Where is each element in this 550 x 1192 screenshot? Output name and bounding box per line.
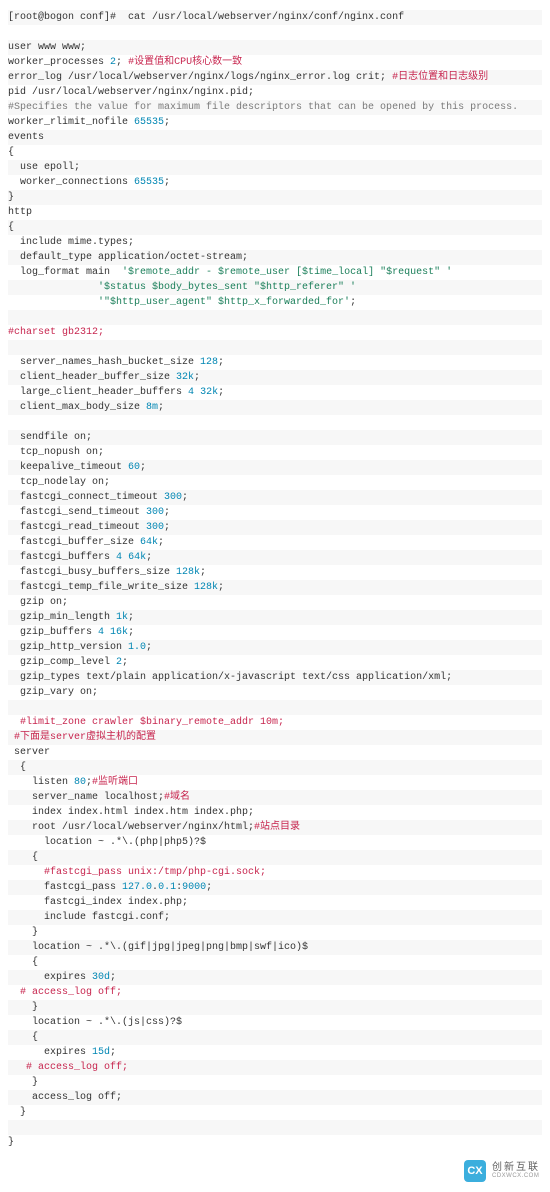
code-line: server_names_hash_bucket_size 128; bbox=[8, 355, 542, 370]
code-line: tcp_nodelay on; bbox=[8, 475, 542, 490]
code-line: gzip_types text/plain application/x-java… bbox=[8, 670, 542, 685]
code-line: } bbox=[8, 1075, 542, 1090]
code-line: root /usr/local/webserver/nginx/html;#站点… bbox=[8, 820, 542, 835]
code-line: expires 30d; bbox=[8, 970, 542, 985]
code-line: http bbox=[8, 205, 542, 220]
code-block: [root@bogon conf]# cat /usr/local/webser… bbox=[8, 10, 542, 1150]
code-line: events bbox=[8, 130, 542, 145]
code-line bbox=[8, 700, 542, 715]
code-line: gzip_http_version 1.0; bbox=[8, 640, 542, 655]
code-line: #Specifies the value for maximum file de… bbox=[8, 100, 542, 115]
watermark: CX 创新互联 CDXWCX.COM bbox=[464, 1160, 540, 1182]
watermark-logo: CX bbox=[464, 1160, 486, 1182]
code-line: index index.html index.htm index.php; bbox=[8, 805, 542, 820]
code-line: } bbox=[8, 925, 542, 940]
code-line: { bbox=[8, 955, 542, 970]
code-line: } bbox=[8, 1105, 542, 1120]
code-line: gzip on; bbox=[8, 595, 542, 610]
code-line: sendfile on; bbox=[8, 430, 542, 445]
code-line: keepalive_timeout 60; bbox=[8, 460, 542, 475]
code-line: gzip_buffers 4 16k; bbox=[8, 625, 542, 640]
code-line: { bbox=[8, 850, 542, 865]
code-line: # access_log off; bbox=[8, 985, 542, 1000]
code-line: expires 15d; bbox=[8, 1045, 542, 1060]
code-line: server bbox=[8, 745, 542, 760]
code-line: user www www; bbox=[8, 40, 542, 55]
code-line bbox=[8, 415, 542, 430]
code-line: #limit_zone crawler $binary_remote_addr … bbox=[8, 715, 542, 730]
watermark-cn: 创新互联 bbox=[492, 1163, 540, 1174]
code-line: # access_log off; bbox=[8, 1060, 542, 1075]
code-line: { bbox=[8, 220, 542, 235]
code-line: worker_connections 65535; bbox=[8, 175, 542, 190]
code-line: tcp_nopush on; bbox=[8, 445, 542, 460]
code-line: gzip_vary on; bbox=[8, 685, 542, 700]
code-line bbox=[8, 340, 542, 355]
code-line: location ~ .*\.(php|php5)?$ bbox=[8, 835, 542, 850]
code-line: fastcgi_index index.php; bbox=[8, 895, 542, 910]
code-line: location ~ .*\.(gif|jpg|jpeg|png|bmp|swf… bbox=[8, 940, 542, 955]
code-line: worker_processes 2; #设置值和CPU核心数一致 bbox=[8, 55, 542, 70]
code-line: '$status $body_bytes_sent "$http_referer… bbox=[8, 280, 542, 295]
code-line bbox=[8, 310, 542, 325]
code-line: large_client_header_buffers 4 32k; bbox=[8, 385, 542, 400]
code-line: fastcgi_pass 127.0.0.1:9000; bbox=[8, 880, 542, 895]
code-line: fastcgi_read_timeout 300; bbox=[8, 520, 542, 535]
blank-line bbox=[8, 25, 542, 40]
code-line: access_log off; bbox=[8, 1090, 542, 1105]
code-line: #下面是server虚拟主机的配置 bbox=[8, 730, 542, 745]
code-line: listen 80;#监听端口 bbox=[8, 775, 542, 790]
code-line: fastcgi_buffer_size 64k; bbox=[8, 535, 542, 550]
code-line: server_name localhost;#域名 bbox=[8, 790, 542, 805]
code-line: gzip_min_length 1k; bbox=[8, 610, 542, 625]
command-line: [root@bogon conf]# cat /usr/local/webser… bbox=[8, 10, 542, 25]
code-line: } bbox=[8, 190, 542, 205]
code-line: log_format main '$remote_addr - $remote_… bbox=[8, 265, 542, 280]
code-line: { bbox=[8, 760, 542, 775]
code-line bbox=[8, 1120, 542, 1135]
code-line: fastcgi_busy_buffers_size 128k; bbox=[8, 565, 542, 580]
code-line: } bbox=[8, 1000, 542, 1015]
code-line: error_log /usr/local/webserver/nginx/log… bbox=[8, 70, 542, 85]
code-line: default_type application/octet-stream; bbox=[8, 250, 542, 265]
code-line: fastcgi_send_timeout 300; bbox=[8, 505, 542, 520]
code-line: { bbox=[8, 145, 542, 160]
code-line: include mime.types; bbox=[8, 235, 542, 250]
code-line: } bbox=[8, 1135, 542, 1150]
code-line: client_header_buffer_size 32k; bbox=[8, 370, 542, 385]
code-line: include fastcgi.conf; bbox=[8, 910, 542, 925]
code-line: use epoll; bbox=[8, 160, 542, 175]
code-line: worker_rlimit_nofile 65535; bbox=[8, 115, 542, 130]
code-line: pid /usr/local/webserver/nginx/nginx.pid… bbox=[8, 85, 542, 100]
code-line: #charset gb2312; bbox=[8, 325, 542, 340]
watermark-en: CDXWCX.COM bbox=[492, 1173, 540, 1179]
code-line: '"$http_user_agent" $http_x_forwarded_fo… bbox=[8, 295, 542, 310]
code-line: #fastcgi_pass unix:/tmp/php-cgi.sock; bbox=[8, 865, 542, 880]
code-line: gzip_comp_level 2; bbox=[8, 655, 542, 670]
code-line: location ~ .*\.(js|css)?$ bbox=[8, 1015, 542, 1030]
code-line: fastcgi_connect_timeout 300; bbox=[8, 490, 542, 505]
code-line: fastcgi_temp_file_write_size 128k; bbox=[8, 580, 542, 595]
code-line: fastcgi_buffers 4 64k; bbox=[8, 550, 542, 565]
code-line: client_max_body_size 8m; bbox=[8, 400, 542, 415]
code-line: { bbox=[8, 1030, 542, 1045]
